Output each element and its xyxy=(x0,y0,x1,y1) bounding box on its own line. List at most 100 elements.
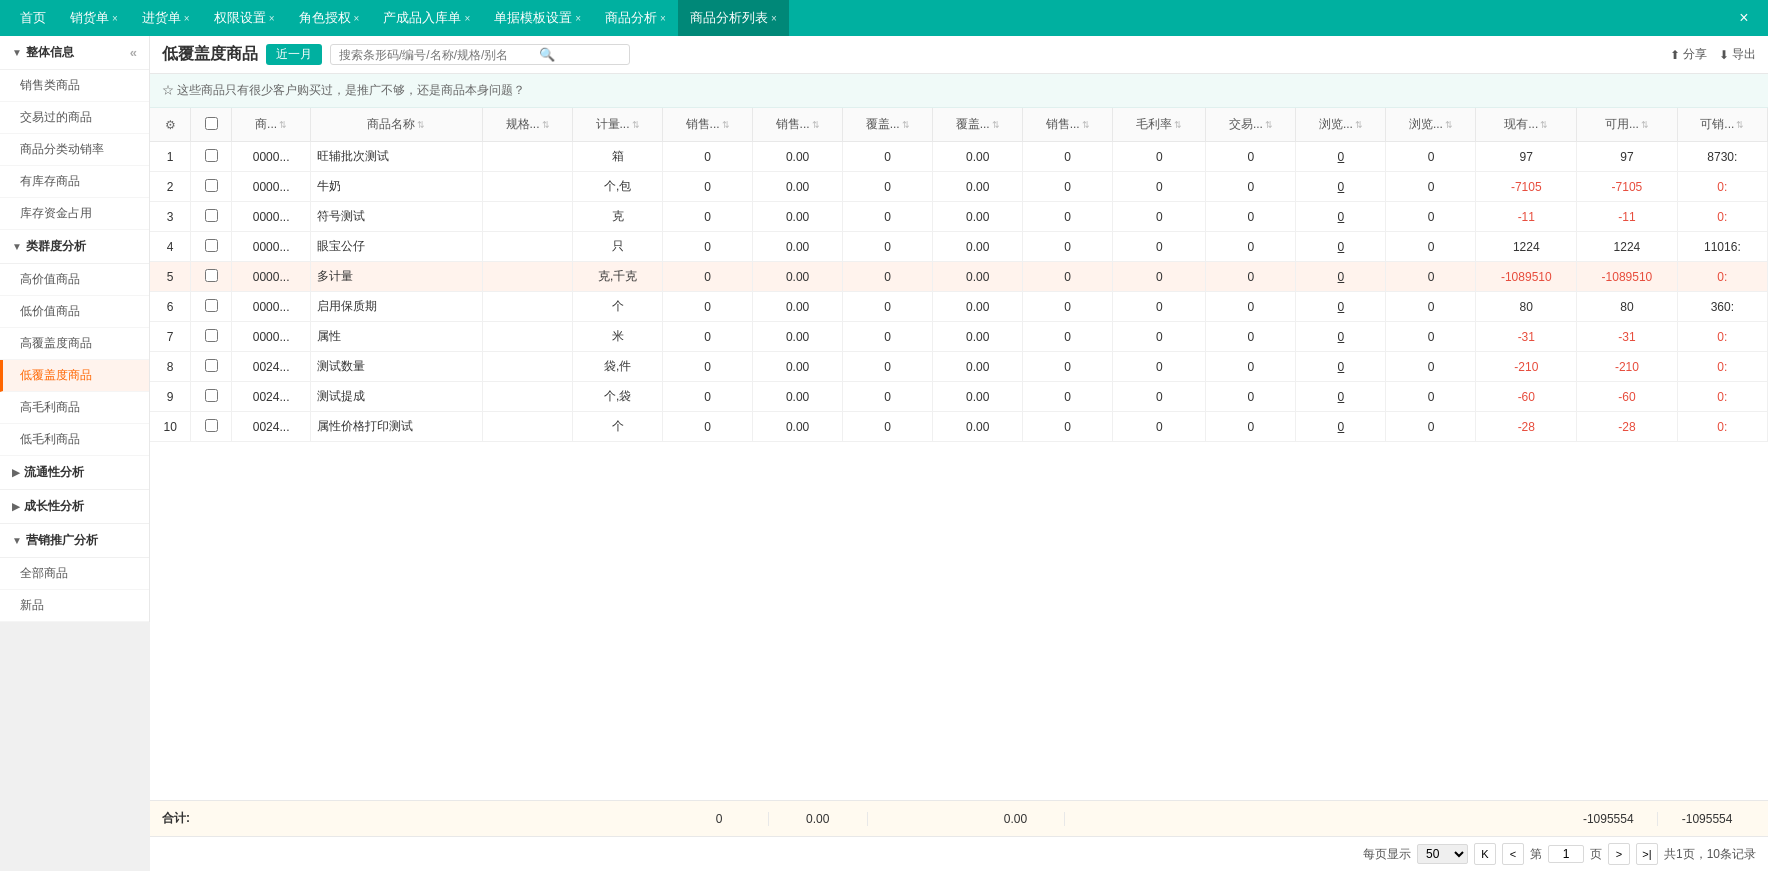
time-filter-button[interactable]: 近一月 xyxy=(266,44,322,65)
col-spec[interactable]: 规格...⇅ xyxy=(483,108,573,142)
nav-role-auth[interactable]: 角色授权 × xyxy=(287,0,372,36)
col-sales-amt[interactable]: 销售...⇅ xyxy=(753,108,843,142)
row-checkbox[interactable] xyxy=(205,149,218,162)
nav-close-purchase[interactable]: × xyxy=(184,13,190,24)
search-icon[interactable]: 🔍 xyxy=(539,47,555,62)
export-button[interactable]: ⬇ 导出 xyxy=(1719,46,1756,63)
col-sellable[interactable]: 可销...⇅ xyxy=(1677,108,1767,142)
browse-link[interactable]: 0 xyxy=(1338,240,1345,254)
nav-product-analysis[interactable]: 商品分析 × xyxy=(593,0,678,36)
nav-close-template[interactable]: × xyxy=(575,13,581,24)
settings-icon[interactable]: ⚙ xyxy=(165,118,176,132)
nav-home[interactable]: 首页 xyxy=(8,0,58,36)
row-checkbox[interactable] xyxy=(205,419,218,432)
sidebar-item-new-goods[interactable]: 新品 xyxy=(0,590,149,622)
row-checkbox[interactable] xyxy=(205,239,218,252)
cell-browse1[interactable]: 0 xyxy=(1296,382,1386,412)
sidebar-item-capital[interactable]: 库存资金占用 xyxy=(0,198,149,230)
col-gross-rate[interactable]: 毛利率⇅ xyxy=(1113,108,1206,142)
nav-close-finished-goods[interactable]: × xyxy=(464,13,470,24)
cell-checkbox[interactable] xyxy=(191,412,232,442)
col-available[interactable]: 可用...⇅ xyxy=(1577,108,1678,142)
row-checkbox[interactable] xyxy=(205,329,218,342)
cell-checkbox[interactable] xyxy=(191,352,232,382)
col-sales-qty[interactable]: 销售...⇅ xyxy=(663,108,753,142)
cell-browse1[interactable]: 0 xyxy=(1296,232,1386,262)
browse-link[interactable]: 0 xyxy=(1338,390,1345,404)
cell-checkbox[interactable] xyxy=(191,232,232,262)
nav-close-permissions[interactable]: × xyxy=(269,13,275,24)
select-all-checkbox[interactable] xyxy=(205,117,218,130)
sidebar-collapse[interactable]: « xyxy=(130,45,137,60)
sidebar-item-high-value[interactable]: 高价值商品 xyxy=(0,264,149,296)
sidebar-item-high-margin[interactable]: 高毛利商品 xyxy=(0,392,149,424)
nav-close-role-auth[interactable]: × xyxy=(354,13,360,24)
nav-template-settings[interactable]: 单据模板设置 × xyxy=(482,0,593,36)
sidebar-item-sales-goods[interactable]: 销售类商品 xyxy=(0,70,149,102)
nav-sales-order[interactable]: 销货单 × xyxy=(58,0,130,36)
col-sales3[interactable]: 销售...⇅ xyxy=(1023,108,1113,142)
sidebar-item-stocked-goods[interactable]: 有库存商品 xyxy=(0,166,149,198)
cell-browse1[interactable]: 0 xyxy=(1296,262,1386,292)
col-current[interactable]: 现有...⇅ xyxy=(1476,108,1577,142)
cell-checkbox[interactable] xyxy=(191,262,232,292)
first-page-button[interactable]: K xyxy=(1474,843,1496,865)
search-input[interactable] xyxy=(339,48,539,62)
browse-link[interactable]: 0 xyxy=(1338,330,1345,344)
col-trade[interactable]: 交易...⇅ xyxy=(1206,108,1296,142)
browse-link[interactable]: 0 xyxy=(1338,210,1345,224)
cell-checkbox[interactable] xyxy=(191,172,232,202)
browse-link[interactable]: 0 xyxy=(1338,420,1345,434)
sidebar-item-category-rate[interactable]: 商品分类动销率 xyxy=(0,134,149,166)
cell-browse1[interactable]: 0 xyxy=(1296,172,1386,202)
cell-browse1[interactable]: 0 xyxy=(1296,142,1386,172)
sidebar-group-cluster[interactable]: ▼ 类群度分析 xyxy=(0,230,149,264)
browse-link[interactable]: 0 xyxy=(1338,150,1345,164)
cell-browse1[interactable]: 0 xyxy=(1296,412,1386,442)
sidebar-group-overall[interactable]: ▼ 整体信息 « xyxy=(0,36,149,70)
share-button[interactable]: ⬆ 分享 xyxy=(1670,46,1707,63)
row-checkbox[interactable] xyxy=(205,209,218,222)
row-checkbox[interactable] xyxy=(205,389,218,402)
current-page-input[interactable] xyxy=(1548,845,1584,863)
cell-checkbox[interactable] xyxy=(191,382,232,412)
nav-product-analysis-list[interactable]: 商品分析列表 × xyxy=(678,0,789,36)
col-cover2[interactable]: 覆盖...⇅ xyxy=(933,108,1023,142)
sidebar-item-traded-goods[interactable]: 交易过的商品 xyxy=(0,102,149,134)
cell-browse1[interactable]: 0 xyxy=(1296,292,1386,322)
cell-checkbox[interactable] xyxy=(191,322,232,352)
last-page-button[interactable]: >| xyxy=(1636,843,1658,865)
table-wrapper[interactable]: ⚙ 商...⇅ 商品名称⇅ 规格...⇅ 计量...⇅ 销售...⇅ 销售...… xyxy=(150,108,1768,800)
row-checkbox[interactable] xyxy=(205,299,218,312)
cell-checkbox[interactable] xyxy=(191,292,232,322)
col-name[interactable]: 商品名称⇅ xyxy=(310,108,482,142)
cell-browse1[interactable]: 0 xyxy=(1296,322,1386,352)
sidebar-item-all-goods[interactable]: 全部商品 xyxy=(0,558,149,590)
col-cover1[interactable]: 覆盖...⇅ xyxy=(843,108,933,142)
col-browse2[interactable]: 浏览...⇅ xyxy=(1386,108,1476,142)
browse-link[interactable]: 0 xyxy=(1338,270,1345,284)
nav-close-sales-order[interactable]: × xyxy=(112,13,118,24)
sidebar-item-low-coverage[interactable]: 低覆盖度商品 xyxy=(0,360,149,392)
col-code[interactable]: 商...⇅ xyxy=(232,108,310,142)
sidebar-group-circulation[interactable]: ▶ 流通性分析 xyxy=(0,456,149,490)
browse-link[interactable]: 0 xyxy=(1338,300,1345,314)
next-page-button[interactable]: > xyxy=(1608,843,1630,865)
row-checkbox[interactable] xyxy=(205,269,218,282)
nav-close-analysis-list[interactable]: × xyxy=(771,13,777,24)
cell-checkbox[interactable] xyxy=(191,202,232,232)
nav-permissions[interactable]: 权限设置 × xyxy=(202,0,287,36)
nav-finished-goods[interactable]: 产成品入库单 × xyxy=(371,0,482,36)
sidebar-item-low-margin[interactable]: 低毛利商品 xyxy=(0,424,149,456)
cell-browse1[interactable]: 0 xyxy=(1296,352,1386,382)
nav-close-product-analysis[interactable]: × xyxy=(660,13,666,24)
row-checkbox[interactable] xyxy=(205,179,218,192)
browse-link[interactable]: 0 xyxy=(1338,180,1345,194)
browse-link[interactable]: 0 xyxy=(1338,360,1345,374)
col-checkbox[interactable] xyxy=(191,108,232,142)
col-browse1[interactable]: 浏览...⇅ xyxy=(1296,108,1386,142)
col-settings[interactable]: ⚙ xyxy=(150,108,191,142)
sidebar-group-growth[interactable]: ▶ 成长性分析 xyxy=(0,490,149,524)
prev-page-button[interactable]: < xyxy=(1502,843,1524,865)
cell-browse1[interactable]: 0 xyxy=(1296,202,1386,232)
